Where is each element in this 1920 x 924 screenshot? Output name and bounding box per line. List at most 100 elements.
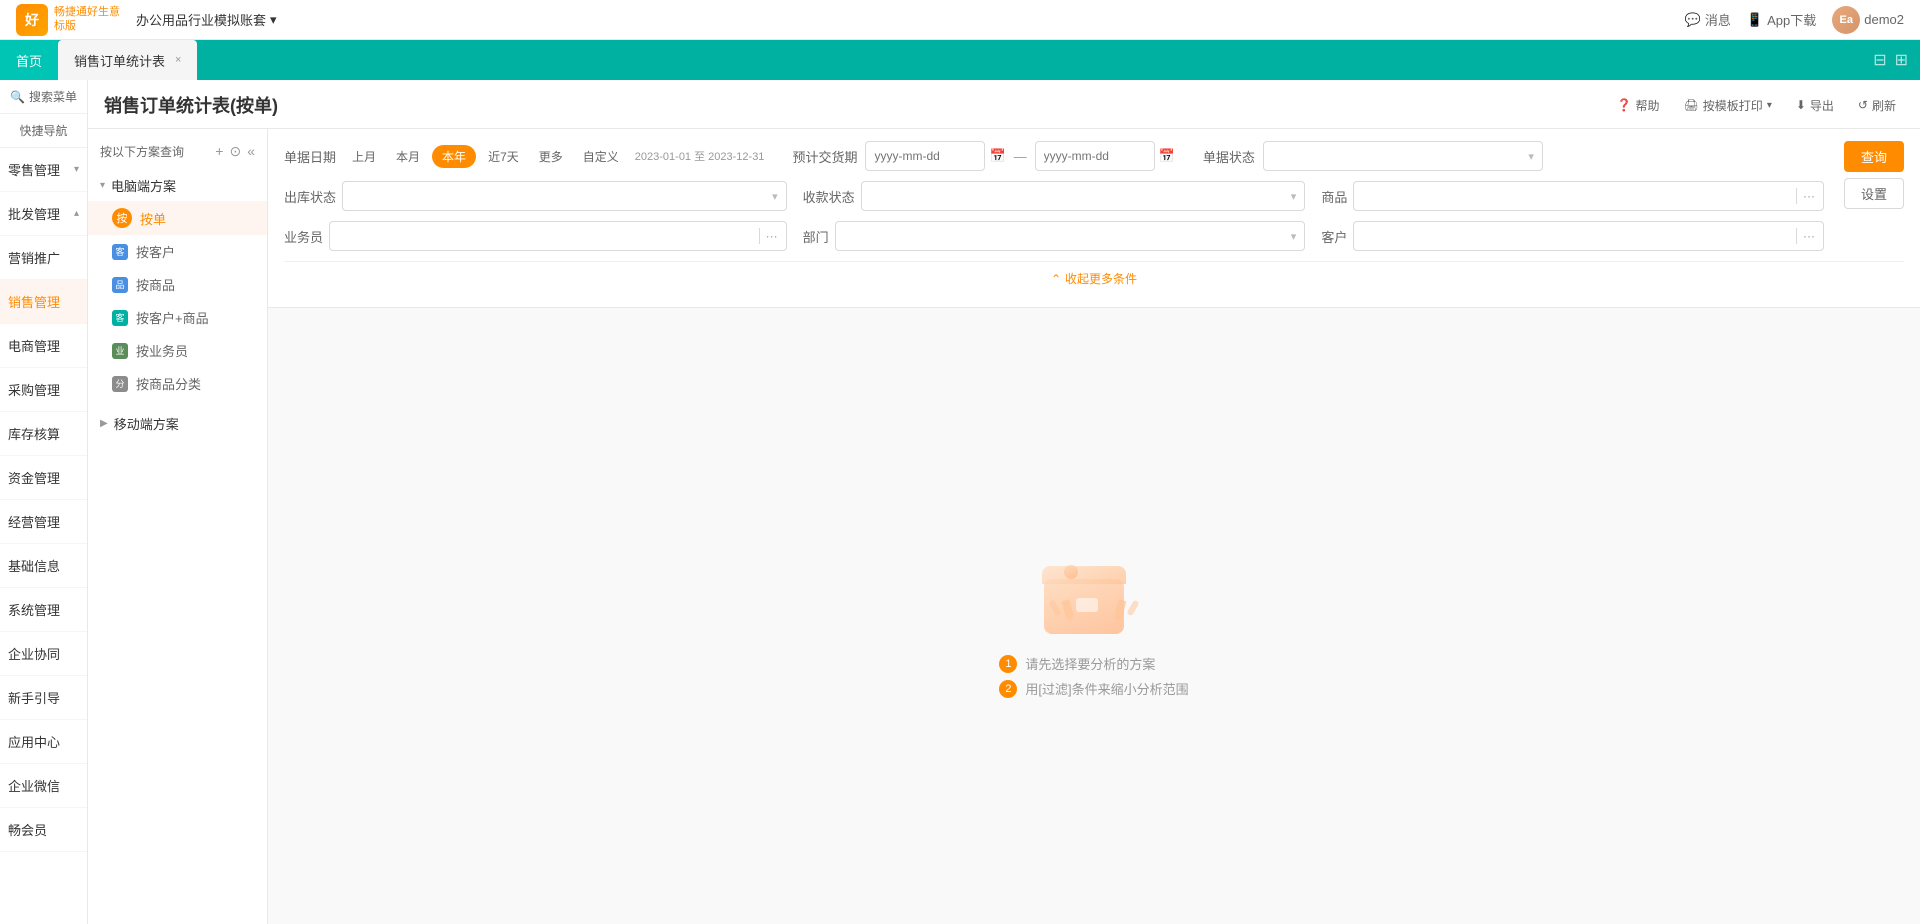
tip-num-2: 2 bbox=[999, 680, 1017, 698]
right-panel: 单据日期 上月 本月 本年 近7天 更多 自定义 2023-01-01 至 20… bbox=[268, 129, 1920, 924]
salesperson-more-icon[interactable]: ··· bbox=[766, 229, 778, 243]
export-button[interactable]: ⬇ 导出 bbox=[1788, 93, 1842, 118]
department-select[interactable]: ▾ bbox=[835, 221, 1306, 251]
sidebar-item-inventory[interactable]: 库存核算 bbox=[0, 412, 87, 456]
cal-to-icon[interactable]: 📅 bbox=[1159, 148, 1175, 164]
sidebar-item-newbie[interactable]: 新手引导 bbox=[0, 676, 87, 720]
page-actions: ❓ 帮助 🖨 按模板打印 ▾ ⬇ 导出 ↺ 刷新 bbox=[1609, 93, 1904, 118]
scheme-icon-by-salesperson: 业 bbox=[112, 343, 128, 359]
sidebar-item-appcenter[interactable]: 应用中心 bbox=[0, 720, 87, 764]
sidebar-item-system[interactable]: 系统管理 bbox=[0, 588, 87, 632]
product-field[interactable]: ··· bbox=[1353, 181, 1824, 211]
settings-button[interactable]: 设置 bbox=[1844, 178, 1904, 209]
empty-state: 1 请先选择要分析的方案 2 用[过滤]条件来缩小分析范围 bbox=[268, 308, 1920, 924]
sidebar-item-marketing[interactable]: 营销推广 bbox=[0, 236, 87, 280]
customer-more-icon[interactable]: ··· bbox=[1803, 229, 1815, 243]
date-separator: — bbox=[1014, 149, 1027, 164]
scheme-item-by-product[interactable]: 品 按商品 bbox=[88, 268, 267, 301]
date-btn-this-month[interactable]: 本月 bbox=[388, 145, 428, 168]
expected-delivery-from[interactable] bbox=[865, 141, 985, 171]
settings-scheme-icon[interactable]: ⊙ bbox=[229, 143, 241, 160]
sidebar-item-sales[interactable]: 销售管理 bbox=[0, 280, 87, 324]
logo-area: 好 畅捷通好生意 标版 bbox=[16, 4, 120, 36]
print-arrow-icon: ▾ bbox=[1767, 100, 1772, 111]
scheme-icon-by-order: 按 bbox=[112, 208, 132, 228]
minimize-icon[interactable]: ⊟ bbox=[1873, 50, 1886, 70]
field-separator bbox=[1796, 188, 1797, 204]
payment-status-arrow-icon: ▾ bbox=[1291, 190, 1297, 203]
sidebar-item-operations[interactable]: 经营管理 bbox=[0, 500, 87, 544]
message-button[interactable]: 💬 消息 bbox=[1685, 10, 1731, 29]
collapse-bar[interactable]: ⌃ 收起更多条件 bbox=[284, 261, 1904, 295]
sidebar-shortcut[interactable]: 快捷导航 bbox=[0, 114, 87, 148]
app-download-button[interactable]: 📱 App下载 bbox=[1747, 10, 1816, 29]
salesperson-label: 业务员 bbox=[284, 227, 323, 246]
sidebar-item-enterprise[interactable]: 企业协同 bbox=[0, 632, 87, 676]
scheme-icon-by-product: 品 bbox=[112, 277, 128, 293]
date-quick-buttons: 上月 本月 本年 近7天 更多 自定义 bbox=[344, 145, 627, 168]
add-scheme-icon[interactable]: + bbox=[215, 143, 223, 160]
tab-sales-order[interactable]: 销售订单统计表 × bbox=[58, 40, 197, 80]
customer-sep bbox=[1796, 228, 1797, 244]
status-select[interactable]: ▾ bbox=[1263, 141, 1543, 171]
scheme-item-by-customer[interactable]: 客 按客户 bbox=[88, 235, 267, 268]
sidebar-item-wechat[interactable]: 企业微信 bbox=[0, 764, 87, 808]
expected-delivery-from-group: 📅 bbox=[865, 141, 1005, 171]
workspace-selector[interactable]: 办公用品行业模拟账套 ▾ bbox=[128, 6, 285, 33]
scheme-section-desktop-title[interactable]: ▾ 电脑端方案 bbox=[88, 170, 267, 201]
expected-delivery-to[interactable] bbox=[1035, 141, 1155, 171]
date-btn-7days[interactable]: 近7天 bbox=[480, 145, 527, 168]
date-btn-this-year[interactable]: 本年 bbox=[432, 145, 476, 168]
date-btn-last-month[interactable]: 上月 bbox=[344, 145, 384, 168]
cal-from-icon[interactable]: 📅 bbox=[989, 148, 1005, 164]
refresh-icon: ↺ bbox=[1858, 98, 1868, 112]
print-button[interactable]: 🖨 按模板打印 ▾ bbox=[1676, 93, 1780, 118]
refresh-button[interactable]: ↺ 刷新 bbox=[1850, 93, 1904, 118]
scheme-item-by-salesperson[interactable]: 业 按业务员 bbox=[88, 334, 267, 367]
department-label: 部门 bbox=[803, 227, 829, 246]
download-icon: 📱 bbox=[1747, 12, 1763, 28]
date-btn-custom[interactable]: 自定义 bbox=[575, 145, 627, 168]
empty-tips: 1 请先选择要分析的方案 2 用[过滤]条件来缩小分析范围 bbox=[999, 654, 1188, 698]
scheme-section-mobile-title[interactable]: ▶ 移动端方案 bbox=[88, 408, 267, 439]
query-button[interactable]: 查询 bbox=[1844, 141, 1904, 172]
sidebar-item-ecommerce[interactable]: 电商管理 bbox=[0, 324, 87, 368]
payment-status-select[interactable]: ▾ bbox=[861, 181, 1306, 211]
sidebar-item-wholesale[interactable]: 批发管理 ▴ bbox=[0, 192, 87, 236]
department-arrow-icon: ▾ bbox=[1291, 230, 1297, 243]
search-icon: 🔍 bbox=[10, 90, 25, 104]
sidebar-item-basic[interactable]: 基础信息 bbox=[0, 544, 87, 588]
scheme-item-by-order[interactable]: 按 按单 bbox=[88, 201, 267, 235]
scheme-icon-by-category: 分 bbox=[112, 376, 128, 392]
date-btn-more[interactable]: 更多 bbox=[531, 145, 571, 168]
expand-mobile-icon: ▶ bbox=[100, 418, 108, 429]
sidebar-item-finance[interactable]: 资金管理 bbox=[0, 456, 87, 500]
scheme-item-by-customer-product[interactable]: 客 按客户+商品 bbox=[88, 301, 267, 334]
payment-status-label: 收款状态 bbox=[803, 187, 855, 206]
expected-delivery-label: 预计交货期 bbox=[792, 147, 857, 166]
collapse-panel-icon[interactable]: « bbox=[247, 143, 255, 160]
product-more-icon[interactable]: ··· bbox=[1803, 189, 1815, 203]
help-button[interactable]: ❓ 帮助 bbox=[1609, 93, 1668, 118]
sidebar-search[interactable]: 🔍 帮助 搜索菜单 bbox=[0, 80, 87, 114]
content-area: 销售订单统计表(按单) ❓ 帮助 🖨 按模板打印 ▾ ⬇ 导出 bbox=[88, 80, 1920, 924]
split-layout: 按以下方案查询 + ⊙ « ▾ 电脑端方案 按 按单 bbox=[88, 129, 1920, 924]
customer-field[interactable]: ··· bbox=[1353, 221, 1824, 251]
left-panel: 按以下方案查询 + ⊙ « ▾ 电脑端方案 按 按单 bbox=[88, 129, 268, 924]
sidebar-item-retail[interactable]: 零售管理 ▾ bbox=[0, 148, 87, 192]
sidebar-item-member[interactable]: 畅会员 bbox=[0, 808, 87, 852]
scheme-item-by-category[interactable]: 分 按商品分类 bbox=[88, 367, 267, 400]
export-icon: ⬇ bbox=[1796, 98, 1806, 112]
delivery-status-select[interactable]: ▾ bbox=[342, 181, 787, 211]
query-btn-area: 查询 设置 bbox=[1844, 141, 1904, 209]
maximize-icon[interactable]: ⊞ bbox=[1895, 50, 1908, 70]
status-arrow-icon: ▾ bbox=[1528, 150, 1534, 163]
salesperson-field[interactable]: ··· bbox=[329, 221, 787, 251]
tab-close-icon[interactable]: × bbox=[175, 54, 181, 66]
tab-home[interactable]: 首页 bbox=[0, 40, 58, 80]
wholesale-arrow-icon: ▴ bbox=[74, 208, 79, 219]
sidebar-item-purchase[interactable]: 采购管理 bbox=[0, 368, 87, 412]
left-panel-header: 按以下方案查询 + ⊙ « bbox=[88, 137, 267, 166]
status-label: 单据状态 bbox=[1203, 147, 1255, 166]
user-area[interactable]: Ea demo2 bbox=[1832, 6, 1904, 34]
